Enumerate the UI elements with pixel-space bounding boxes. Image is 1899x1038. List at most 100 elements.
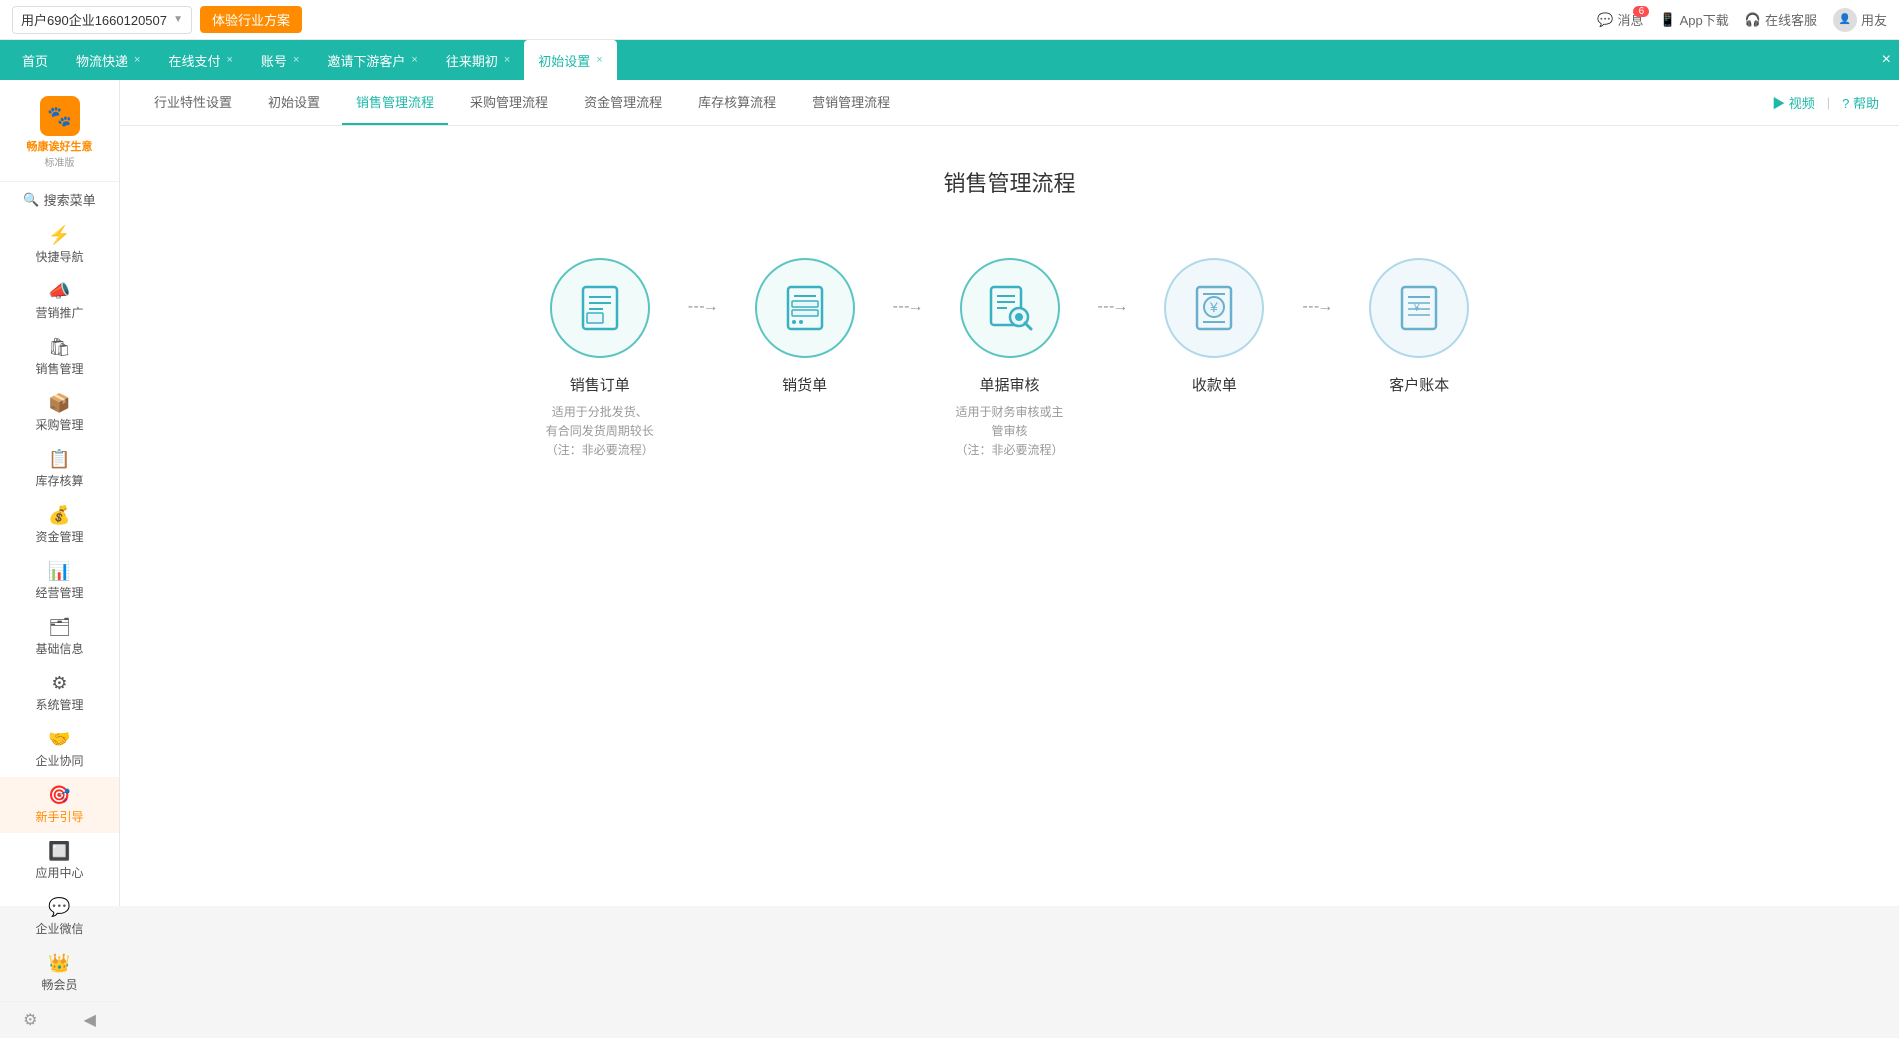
wechat-icon: 💬	[48, 897, 70, 918]
close-init-icon[interactable]: ×	[596, 54, 602, 66]
sub-tab-marketing-flow[interactable]: 营销管理流程	[798, 80, 904, 125]
wechat-label: 企业微信	[35, 920, 83, 937]
nav-tab-invite[interactable]: 邀请下游客户 ×	[313, 40, 431, 80]
sub-tab-init[interactable]: 初始设置	[254, 80, 334, 125]
sidebar-item-cooperation[interactable]: 🤝 企业协同	[0, 721, 119, 777]
sidebar-item-finance[interactable]: 💰 资金管理	[0, 497, 119, 553]
app-icon: 📱	[1659, 12, 1675, 28]
sidebar-item-appstore[interactable]: 🔲 应用中心	[0, 833, 119, 889]
message-button[interactable]: 💬 消息 6	[1597, 10, 1643, 29]
close-payment-icon[interactable]: ×	[226, 54, 232, 66]
sub-tab-sales-flow[interactable]: 销售管理流程	[342, 80, 448, 125]
service-label: 在线客服	[1765, 10, 1817, 29]
basic-icon: 🗂	[48, 617, 71, 638]
content-area: 行业特性设置 初始设置 销售管理流程 采购管理流程 资金管理流程 库存核算流程 …	[120, 80, 1899, 906]
sub-tab-capital-flow-label: 资金管理流程	[584, 95, 662, 110]
service-icon: 🎧	[1745, 12, 1761, 28]
video-link[interactable]: ▶ 视频	[1772, 93, 1815, 112]
close-all-button[interactable]: ×	[1882, 51, 1891, 69]
nav-tab-period[interactable]: 往来期初 ×	[432, 40, 524, 80]
nav-tab-period-label: 往来期初	[446, 51, 498, 70]
logo-sub: 标准版	[45, 154, 75, 169]
trial-button[interactable]: 体验行业方案	[200, 6, 302, 33]
inventory-label: 库存核算	[35, 472, 83, 489]
avatar: 👤	[1833, 8, 1857, 32]
nav-tab-logistics[interactable]: 物流快递 ×	[62, 40, 154, 80]
cooperation-label: 企业协同	[35, 752, 83, 769]
flow-title: 销售管理流程	[943, 166, 1075, 198]
sidebar-item-marketing[interactable]: 📣 营销推广	[0, 273, 119, 329]
arrow-icon-1: - - -→	[688, 298, 717, 316]
sub-tabs: 行业特性设置 初始设置 销售管理流程 采购管理流程 资金管理流程 库存核算流程 …	[120, 80, 1899, 126]
close-logistics-icon[interactable]: ×	[134, 54, 140, 66]
flow-step-sales-order[interactable]: 销售订单 适用于分批发货、有合同发货周期较长（注：非必要流程）	[520, 258, 680, 461]
svg-text:¥: ¥	[1413, 303, 1420, 314]
user-select[interactable]: 用户690企业1660120507 ▼	[12, 6, 192, 34]
sidebar-item-wechat[interactable]: 💬 企业微信	[0, 889, 119, 945]
nav-tab-payment-label: 在线支付	[168, 51, 220, 70]
sub-tab-inventory-flow[interactable]: 库存核算流程	[684, 80, 790, 125]
sub-tab-capital-flow[interactable]: 资金管理流程	[570, 80, 676, 125]
nav-tab-init[interactable]: 初始设置 ×	[524, 40, 616, 80]
sidebar: 🐾 畅康诶好生意 标准版 🔍 搜索菜单 ⚡ 快捷导航 📣 营销推广 🛍 销售管理…	[0, 80, 120, 906]
system-icon: ⚙	[51, 673, 67, 694]
operations-icon: 📊	[48, 561, 70, 582]
nav-tab-home[interactable]: 首页	[8, 40, 62, 80]
nav-tabs: 首页 物流快递 × 在线支付 × 账号 × 邀请下游客户 × 往来期初 × 初始…	[0, 40, 1899, 80]
sidebar-item-member[interactable]: 👑 畅会员	[0, 945, 119, 1001]
sidebar-item-newbie[interactable]: 🎯 新手引导	[0, 777, 119, 833]
nav-tab-payment[interactable]: 在线支付 ×	[154, 40, 246, 80]
system-label: 系统管理	[35, 696, 83, 713]
sub-tab-industry[interactable]: 行业特性设置	[140, 80, 246, 125]
search-menu-label: 搜索菜单	[44, 190, 96, 209]
sidebar-item-operations[interactable]: 📊 经营管理	[0, 553, 119, 609]
sidebar-item-sales[interactable]: 🛍 销售管理	[0, 329, 119, 385]
online-service-button[interactable]: 🎧 在线客服	[1745, 10, 1817, 29]
sub-tab-right: ▶ 视频 | ? 帮助	[1772, 93, 1879, 112]
flow-step-receipt[interactable]: ¥ 收款单	[1134, 258, 1294, 403]
flow-step-customer-account[interactable]: ¥ 客户账本	[1339, 258, 1499, 403]
nav-tab-logistics-label: 物流快递	[76, 51, 128, 70]
sub-tab-purchase-flow[interactable]: 采购管理流程	[456, 80, 562, 125]
help-label: 帮助	[1853, 96, 1879, 111]
close-account-icon[interactable]: ×	[293, 54, 299, 66]
flow-circle-sales-invoice	[755, 258, 855, 358]
inventory-icon: 📋	[48, 449, 70, 470]
close-period-icon[interactable]: ×	[504, 54, 510, 66]
settings-button[interactable]: ⚙	[23, 1010, 37, 1030]
collapse-button[interactable]: ◀	[84, 1010, 96, 1030]
sidebar-item-quick-nav[interactable]: ⚡ 快捷导航	[0, 217, 119, 273]
sidebar-item-basic[interactable]: 🗂 基础信息	[0, 609, 119, 665]
sub-tab-industry-label: 行业特性设置	[154, 95, 232, 110]
marketing-label: 营销推广	[35, 304, 83, 321]
video-label: 视频	[1789, 96, 1815, 111]
sidebar-item-system[interactable]: ⚙ 系统管理	[0, 665, 119, 721]
flow-step-doc-review[interactable]: 单据审核 适用于财务审核或主管审核（注：非必要流程）	[930, 258, 1090, 461]
app-download-button[interactable]: 📱 App下载	[1659, 10, 1728, 29]
flow-step-sales-invoice[interactable]: 销货单	[725, 258, 885, 403]
arrow-icon-4: - - -→	[1302, 298, 1331, 316]
message-badge: 6	[1633, 6, 1649, 17]
flow-area: 销售管理流程 销售订单 适用于分批发货、有合同发货周期较长（注	[120, 126, 1899, 501]
svg-text:¥: ¥	[1209, 299, 1218, 315]
member-icon: 👑	[48, 953, 70, 974]
help-icon: ?	[1842, 96, 1849, 111]
close-invite-icon[interactable]: ×	[411, 54, 417, 66]
member-label: 畅会员	[41, 976, 77, 993]
help-link[interactable]: ? 帮助	[1842, 93, 1879, 112]
arrow-icon-3: - - -→	[1098, 298, 1127, 316]
sidebar-item-inventory[interactable]: 📋 库存核算	[0, 441, 119, 497]
user-name-label: 用友	[1861, 10, 1887, 29]
search-menu-button[interactable]: 🔍 搜索菜单	[0, 182, 119, 217]
flow-step-desc-doc-review: 适用于财务审核或主管审核（注：非必要流程）	[955, 403, 1063, 461]
sidebar-item-purchase[interactable]: 📦 采购管理	[0, 385, 119, 441]
flow-steps: 销售订单 适用于分批发货、有合同发货周期较长（注：非必要流程） - - -→	[520, 258, 1500, 461]
sales-icon: 🛍	[48, 337, 71, 358]
top-bar-right: 💬 消息 6 📱 App下载 🎧 在线客服 👤 用友	[1597, 8, 1887, 32]
sub-tab-init-label: 初始设置	[268, 95, 320, 110]
basic-label: 基础信息	[35, 640, 83, 657]
user-avatar-button[interactable]: 👤 用友	[1833, 8, 1887, 32]
appstore-icon: 🔲	[48, 841, 70, 862]
flow-step-name-customer-account: 客户账本	[1389, 374, 1449, 395]
nav-tab-account[interactable]: 账号 ×	[247, 40, 313, 80]
